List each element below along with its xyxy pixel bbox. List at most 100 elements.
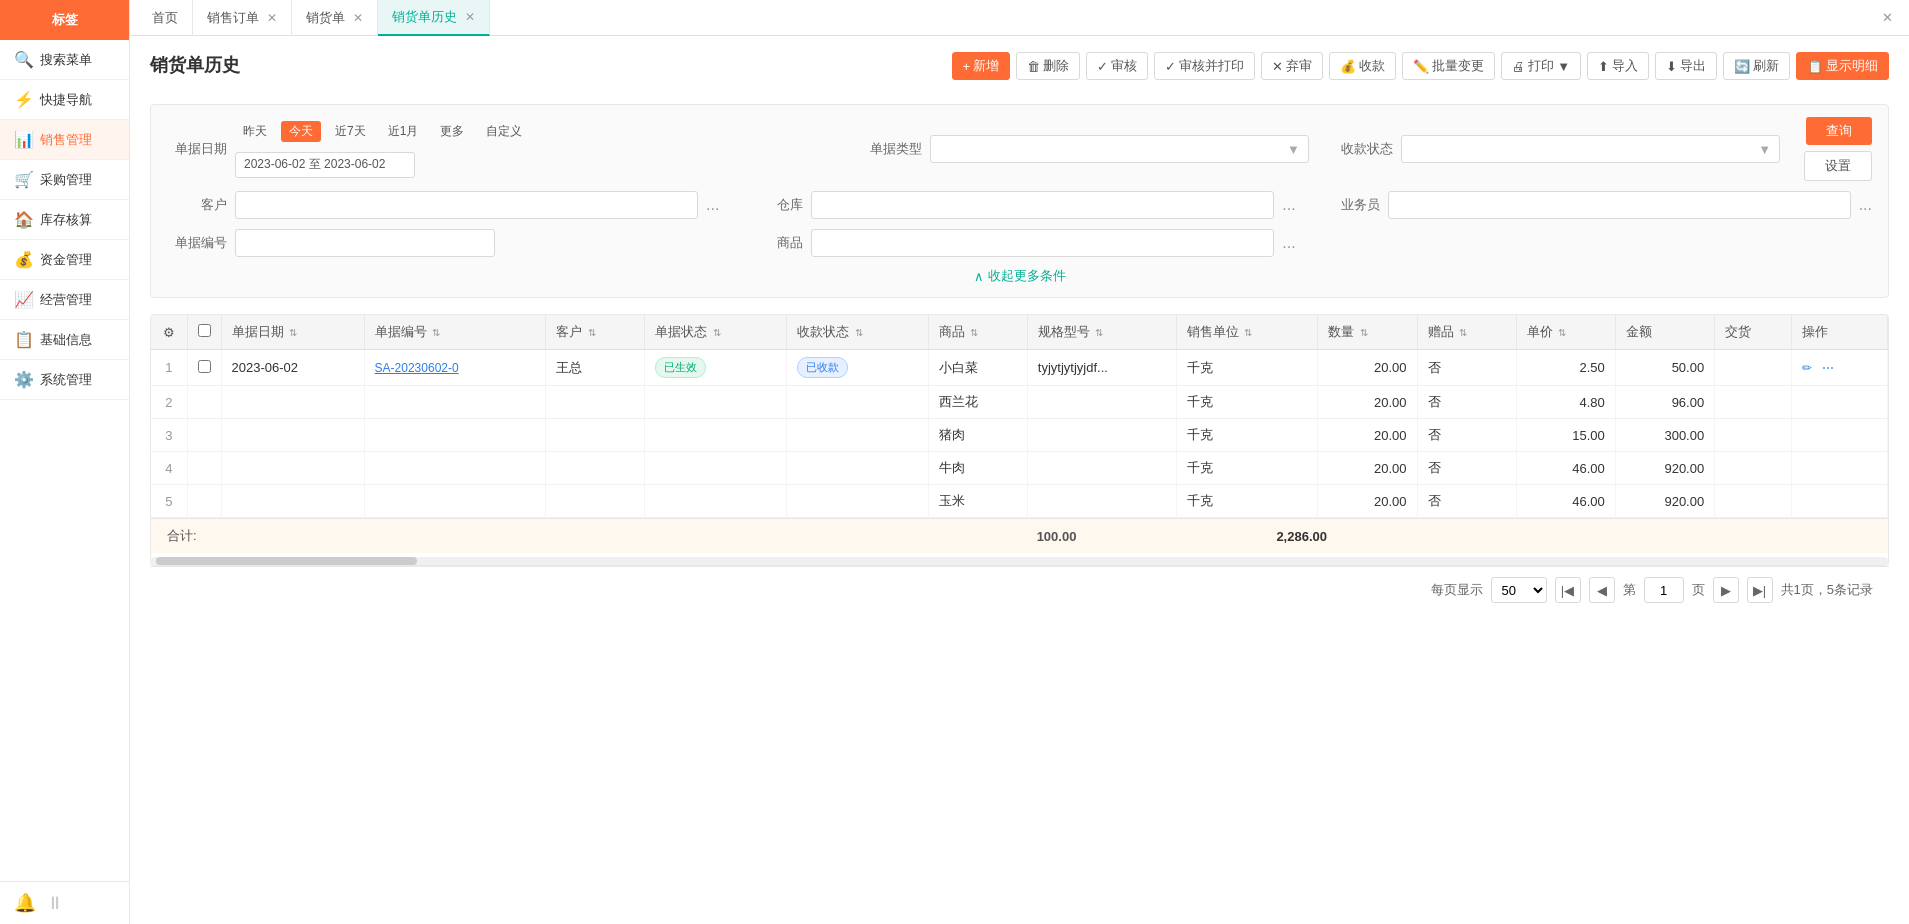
doc-date-sort-icon[interactable]: ⇅ xyxy=(289,327,297,338)
sidebar-item-purchase-mgmt[interactable]: 🛒 采购管理 xyxy=(0,160,129,200)
customer-more-icon[interactable]: ... xyxy=(706,196,719,214)
col-transaction: 交货 xyxy=(1715,315,1792,350)
cell-spec-type xyxy=(1027,485,1176,518)
select-all-checkbox[interactable] xyxy=(198,324,211,337)
tab-sales-invoice[interactable]: 销货单 ✕ xyxy=(292,0,378,36)
purchase-mgmt-icon: 🛒 xyxy=(14,170,32,189)
date-tag-more[interactable]: 更多 xyxy=(432,121,472,142)
cell-action: ✏ ⋯ xyxy=(1792,350,1888,386)
batch-change-button[interactable]: ✏️ 批量变更 xyxy=(1402,52,1495,80)
pause-icon[interactable]: ⏸ xyxy=(46,893,64,914)
sales-unit-sort-icon[interactable]: ⇅ xyxy=(1244,327,1252,338)
col-settings[interactable]: ⚙ xyxy=(151,315,187,350)
product-more-icon[interactable]: ... xyxy=(1282,234,1295,252)
table-row: 3 猪肉 千克 20.00 否 15.00 300.00 xyxy=(151,419,1888,452)
abandon-button[interactable]: ✕ 弃审 xyxy=(1261,52,1323,80)
date-range-input[interactable] xyxy=(235,152,415,178)
filter-payment-status-select[interactable]: ▼ xyxy=(1401,135,1780,163)
tab-sales-history[interactable]: 销货单历史 ✕ xyxy=(378,0,490,36)
query-button[interactable]: 查询 xyxy=(1806,117,1872,145)
gift-sort-icon[interactable]: ⇅ xyxy=(1459,327,1467,338)
scrollbar-thumb[interactable] xyxy=(156,557,417,565)
export-button[interactable]: ⬇ 导出 xyxy=(1655,52,1717,80)
sidebar-item-basic-info[interactable]: 📋 基础信息 xyxy=(0,320,129,360)
filter-customer-input[interactable] xyxy=(235,191,698,219)
last-page-button[interactable]: ▶| xyxy=(1747,577,1773,603)
doc-status-sort-icon[interactable]: ⇅ xyxy=(713,327,721,338)
tab-sales-order-close[interactable]: ✕ xyxy=(267,11,277,25)
first-page-button[interactable]: |◀ xyxy=(1555,577,1581,603)
table-settings-icon[interactable]: ⚙ xyxy=(163,325,175,340)
page-number-input[interactable] xyxy=(1644,577,1684,603)
payment-status-sort-icon[interactable]: ⇅ xyxy=(855,327,863,338)
col-product: 商品 ⇅ xyxy=(928,315,1027,350)
collect-button[interactable]: 💰 收款 xyxy=(1329,52,1396,80)
tab-home[interactable]: 首页 xyxy=(138,0,193,36)
refresh-button[interactable]: 🔄 刷新 xyxy=(1723,52,1790,80)
page-prefix-label: 第 xyxy=(1623,581,1636,599)
notification-icon[interactable]: 🔔 xyxy=(14,892,36,914)
filter-doc-type-select[interactable]: ▼ xyxy=(930,135,1309,163)
close-all-icon[interactable]: ✕ xyxy=(1874,10,1901,25)
sidebar-item-sales-mgmt[interactable]: 📊 销售管理 xyxy=(0,120,129,160)
page-title: 销货单历史 xyxy=(150,53,240,77)
filter-customer-item: 客户 ... xyxy=(167,191,719,219)
warehouse-more-icon[interactable]: ... xyxy=(1282,196,1295,214)
prev-page-button[interactable]: ◀ xyxy=(1589,577,1615,603)
salesperson-more-icon[interactable]: ... xyxy=(1859,196,1872,214)
import-button[interactable]: ⬆ 导入 xyxy=(1587,52,1649,80)
settings-button[interactable]: 设置 xyxy=(1804,151,1872,181)
date-tag-last-month[interactable]: 近1月 xyxy=(380,121,427,142)
audit-print-button[interactable]: ✓ 审核并打印 xyxy=(1154,52,1255,80)
sidebar-item-system-mgmt[interactable]: ⚙️ 系统管理 xyxy=(0,360,129,400)
next-page-button[interactable]: ▶ xyxy=(1713,577,1739,603)
doc-no-link[interactable]: SA-20230602-0 xyxy=(375,361,459,375)
cell-unit-price: 46.00 xyxy=(1516,452,1615,485)
date-tag-today[interactable]: 今天 xyxy=(281,121,321,142)
quantity-sort-icon[interactable]: ⇅ xyxy=(1360,327,1368,338)
sidebar-item-quick-nav[interactable]: ⚡ 快捷导航 xyxy=(0,80,129,120)
product-sort-icon[interactable]: ⇅ xyxy=(970,327,978,338)
spec-type-sort-icon[interactable]: ⇅ xyxy=(1095,327,1103,338)
cell-doc-no: SA-20230602-0 xyxy=(364,350,546,386)
cell-doc-date xyxy=(221,452,364,485)
per-page-select[interactable]: 50 100 200 xyxy=(1491,577,1547,603)
col-sales-unit: 销售单位 ⇅ xyxy=(1176,315,1318,350)
tab-sales-invoice-close[interactable]: ✕ xyxy=(353,11,363,25)
sidebar-item-operations-mgmt[interactable]: 📈 经营管理 xyxy=(0,280,129,320)
filter-salesperson-input[interactable] xyxy=(1388,191,1851,219)
filter-docno-label: 单据编号 xyxy=(167,234,227,252)
filter-warehouse-input[interactable] xyxy=(811,191,1274,219)
cell-doc-no xyxy=(364,386,546,419)
collapse-filter-button[interactable]: ∧ 收起更多条件 xyxy=(167,267,1872,285)
print-button[interactable]: 🖨 打印 ▼ xyxy=(1501,52,1581,80)
audit-button[interactable]: ✓ 审核 xyxy=(1086,52,1148,80)
date-tag-yesterday[interactable]: 昨天 xyxy=(235,121,275,142)
tab-sales-order[interactable]: 销售订单 ✕ xyxy=(193,0,292,36)
unit-price-sort-icon[interactable]: ⇅ xyxy=(1558,327,1566,338)
customer-sort-icon[interactable]: ⇅ xyxy=(588,327,596,338)
date-tag-last7[interactable]: 近7天 xyxy=(327,121,374,142)
date-tag-custom[interactable]: 自定义 xyxy=(478,121,530,142)
cell-customer xyxy=(546,386,645,419)
edit-action-link[interactable]: ✏ xyxy=(1802,361,1812,375)
sidebar-item-label: 销售管理 xyxy=(40,131,92,149)
sidebar-item-fund-mgmt[interactable]: 💰 资金管理 xyxy=(0,240,129,280)
tab-sales-history-close[interactable]: ✕ xyxy=(465,10,475,24)
more-action-link[interactable]: ⋯ xyxy=(1822,361,1834,375)
show-detail-button[interactable]: 📋 显示明细 xyxy=(1796,52,1889,80)
payment-status-badge: 已收款 xyxy=(797,357,848,378)
filter-row-3: 单据编号 商品 ... xyxy=(167,229,1872,257)
sidebar-item-inventory-calc[interactable]: 🏠 库存核算 xyxy=(0,200,129,240)
delete-button[interactable]: 🗑 删除 xyxy=(1016,52,1080,80)
new-button[interactable]: + 新增 xyxy=(952,52,1011,80)
filter-product-input[interactable] xyxy=(811,229,1274,257)
sidebar-item-search-menu[interactable]: 🔍 搜索菜单 xyxy=(0,40,129,80)
table-row: 1 2023-06-02 SA-20230602-0 王总 已生效 已收款 小白… xyxy=(151,350,1888,386)
refresh-icon: 🔄 xyxy=(1734,59,1750,74)
horizontal-scrollbar[interactable] xyxy=(151,557,1888,565)
filter-docno-input[interactable] xyxy=(235,229,495,257)
doc-no-sort-icon[interactable]: ⇅ xyxy=(432,327,440,338)
filter-date-label: 单据日期 xyxy=(167,140,227,158)
row-checkbox[interactable] xyxy=(198,360,211,373)
